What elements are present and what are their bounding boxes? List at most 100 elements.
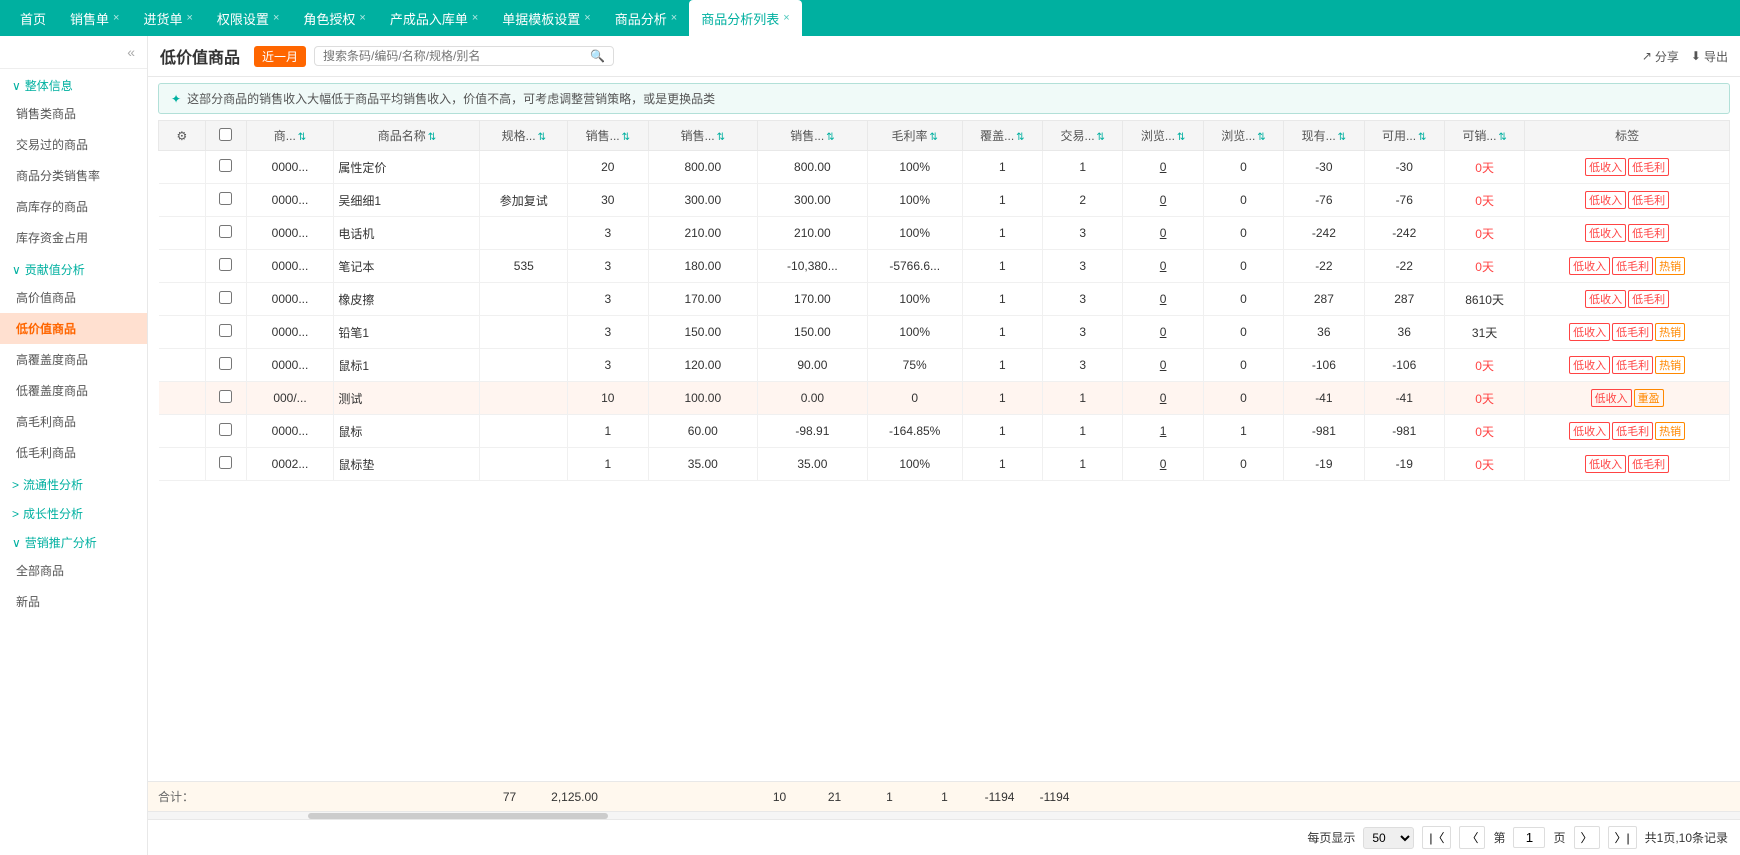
- th-sales1[interactable]: 销售...⇅: [568, 121, 648, 151]
- row-checkbox[interactable]: [219, 456, 232, 469]
- row-checkbox[interactable]: [219, 159, 232, 172]
- share-icon: ↗: [1642, 49, 1652, 63]
- nav-close-product-inbound[interactable]: ×: [472, 12, 478, 24]
- nav-close-sales-order[interactable]: ×: [113, 12, 119, 24]
- th-sales3[interactable]: 销售...⇅: [758, 121, 868, 151]
- sidebar-item-all-products[interactable]: 全部商品: [0, 555, 147, 586]
- sidebar-group-title-overall[interactable]: ∨ 整体信息: [0, 69, 147, 98]
- nav-close-role-auth[interactable]: ×: [359, 12, 365, 24]
- row-checkbox[interactable]: [219, 225, 232, 238]
- sidebar-group-title-marketing[interactable]: ∨ 营销推广分析: [0, 526, 147, 555]
- sidebar-item-high-inventory[interactable]: 高库存的商品: [0, 191, 147, 222]
- browse-link[interactable]: 0: [1160, 259, 1167, 273]
- page-number-input[interactable]: [1513, 827, 1545, 848]
- td-checkbox[interactable]: [205, 250, 246, 283]
- th-checkbox[interactable]: [205, 121, 246, 151]
- last-page-btn[interactable]: 〉|: [1608, 826, 1637, 849]
- nav-close-purchase-order[interactable]: ×: [186, 12, 192, 24]
- row-checkbox[interactable]: [219, 423, 232, 436]
- search-icon[interactable]: 🔍: [590, 49, 605, 63]
- th-sales2[interactable]: 销售...⇅: [648, 121, 758, 151]
- row-checkbox[interactable]: [219, 291, 232, 304]
- row-checkbox[interactable]: [219, 258, 232, 271]
- sidebar-item-inventory-capital[interactable]: 库存资金占用: [0, 222, 147, 253]
- td-checkbox[interactable]: [205, 415, 246, 448]
- row-checkbox[interactable]: [219, 390, 232, 403]
- sidebar-item-high-margin[interactable]: 高毛利商品: [0, 406, 147, 437]
- th-available-stock[interactable]: 可用...⇅: [1364, 121, 1444, 151]
- browse-link[interactable]: 0: [1160, 226, 1167, 240]
- search-input[interactable]: [323, 49, 586, 63]
- td-checkbox[interactable]: [205, 448, 246, 481]
- nav-product-inbound[interactable]: 产成品入库单 ×: [378, 0, 490, 36]
- th-settings[interactable]: ⚙: [159, 121, 206, 151]
- share-button[interactable]: ↗ 分享: [1642, 48, 1679, 65]
- sidebar-item-category-sales-rate[interactable]: 商品分类销售率: [0, 160, 147, 191]
- sidebar-item-low-coverage[interactable]: 低覆盖度商品: [0, 375, 147, 406]
- nav-close-product-analysis[interactable]: ×: [671, 12, 677, 24]
- browse-link[interactable]: 1: [1160, 424, 1167, 438]
- th-margin[interactable]: 毛利率⇅: [867, 121, 962, 151]
- sidebar-group-title-circulation[interactable]: > 流通性分析: [0, 468, 147, 497]
- nav-close-permission-settings[interactable]: ×: [273, 12, 279, 24]
- sidebar-item-high-value[interactable]: 高价值商品: [0, 282, 147, 313]
- td-checkbox[interactable]: [205, 217, 246, 250]
- sidebar-group-title-contribution[interactable]: ∨ 贡献值分析: [0, 253, 147, 282]
- browse-link[interactable]: 0: [1160, 325, 1167, 339]
- th-name[interactable]: 商品名称⇅: [334, 121, 480, 151]
- select-all-checkbox[interactable]: [219, 128, 232, 141]
- th-spec[interactable]: 规格...⇅: [480, 121, 568, 151]
- sidebar-item-traded-products[interactable]: 交易过的商品: [0, 129, 147, 160]
- nav-close-product-analysis-list[interactable]: ×: [783, 12, 789, 24]
- browse-link[interactable]: 0: [1160, 193, 1167, 207]
- browse-link[interactable]: 0: [1160, 292, 1167, 306]
- sidebar-item-high-coverage[interactable]: 高覆盖度商品: [0, 344, 147, 375]
- row-checkbox[interactable]: [219, 324, 232, 337]
- td-checkbox[interactable]: [205, 382, 246, 415]
- th-trade[interactable]: 交易...⇅: [1043, 121, 1123, 151]
- sidebar-item-sales-products[interactable]: 销售类商品: [0, 98, 147, 129]
- th-browse2[interactable]: 浏览...⇅: [1203, 121, 1283, 151]
- th-current-stock[interactable]: 现有...⇅: [1284, 121, 1364, 151]
- row-checkbox[interactable]: [219, 357, 232, 370]
- nav-home[interactable]: 首页: [8, 0, 58, 36]
- sidebar-group-circulation: > 流通性分析: [0, 468, 147, 497]
- sidebar-item-new-products[interactable]: 新品: [0, 586, 147, 617]
- nav-purchase-order[interactable]: 进货单 ×: [131, 0, 204, 36]
- nav-permission-settings[interactable]: 权限设置 ×: [205, 0, 291, 36]
- browse-link[interactable]: 0: [1160, 358, 1167, 372]
- sidebar-item-low-margin[interactable]: 低毛利商品: [0, 437, 147, 468]
- td-checkbox[interactable]: [205, 316, 246, 349]
- next-page-btn[interactable]: 〉: [1574, 826, 1600, 849]
- nav-template-settings[interactable]: 单据模板设置 ×: [490, 0, 602, 36]
- td-checkbox[interactable]: [205, 184, 246, 217]
- row-checkbox[interactable]: [219, 192, 232, 205]
- nav-product-analysis[interactable]: 商品分析 ×: [603, 0, 689, 36]
- th-code[interactable]: 商...⇅: [246, 121, 334, 151]
- sidebar-group-title-growth[interactable]: > 成长性分析: [0, 497, 147, 526]
- td-checkbox[interactable]: [205, 151, 246, 184]
- td-checkbox[interactable]: [205, 283, 246, 316]
- period-button[interactable]: 近一月: [254, 46, 306, 67]
- total-col8: -1194: [972, 790, 1027, 804]
- browse-link[interactable]: 0: [1160, 457, 1167, 471]
- sidebar-collapse-btn[interactable]: «: [123, 40, 139, 64]
- td-checkbox[interactable]: [205, 349, 246, 382]
- td-name: 笔记本: [334, 250, 480, 283]
- nav-sales-order[interactable]: 销售单 ×: [58, 0, 131, 36]
- export-button[interactable]: ⬇ 导出: [1691, 48, 1728, 65]
- td-tags: 低收入低毛利热销: [1525, 415, 1730, 448]
- browse-link[interactable]: 0: [1160, 160, 1167, 174]
- th-sellable-stock[interactable]: 可销...⇅: [1444, 121, 1524, 151]
- browse-link[interactable]: 0: [1160, 391, 1167, 405]
- nav-close-template-settings[interactable]: ×: [584, 12, 590, 24]
- sidebar-item-low-value[interactable]: 低价值商品: [0, 313, 147, 344]
- th-coverage[interactable]: 覆盖...⇅: [962, 121, 1042, 151]
- th-tags[interactable]: 标签: [1525, 121, 1730, 151]
- nav-role-auth[interactable]: 角色授权 ×: [291, 0, 377, 36]
- first-page-btn[interactable]: |〈: [1422, 826, 1451, 849]
- th-browse1[interactable]: 浏览...⇅: [1123, 121, 1203, 151]
- page-size-select[interactable]: 50 20 100: [1363, 827, 1414, 849]
- prev-page-btn[interactable]: 〈: [1459, 826, 1485, 849]
- nav-product-analysis-list[interactable]: 商品分析列表 ×: [689, 0, 801, 36]
